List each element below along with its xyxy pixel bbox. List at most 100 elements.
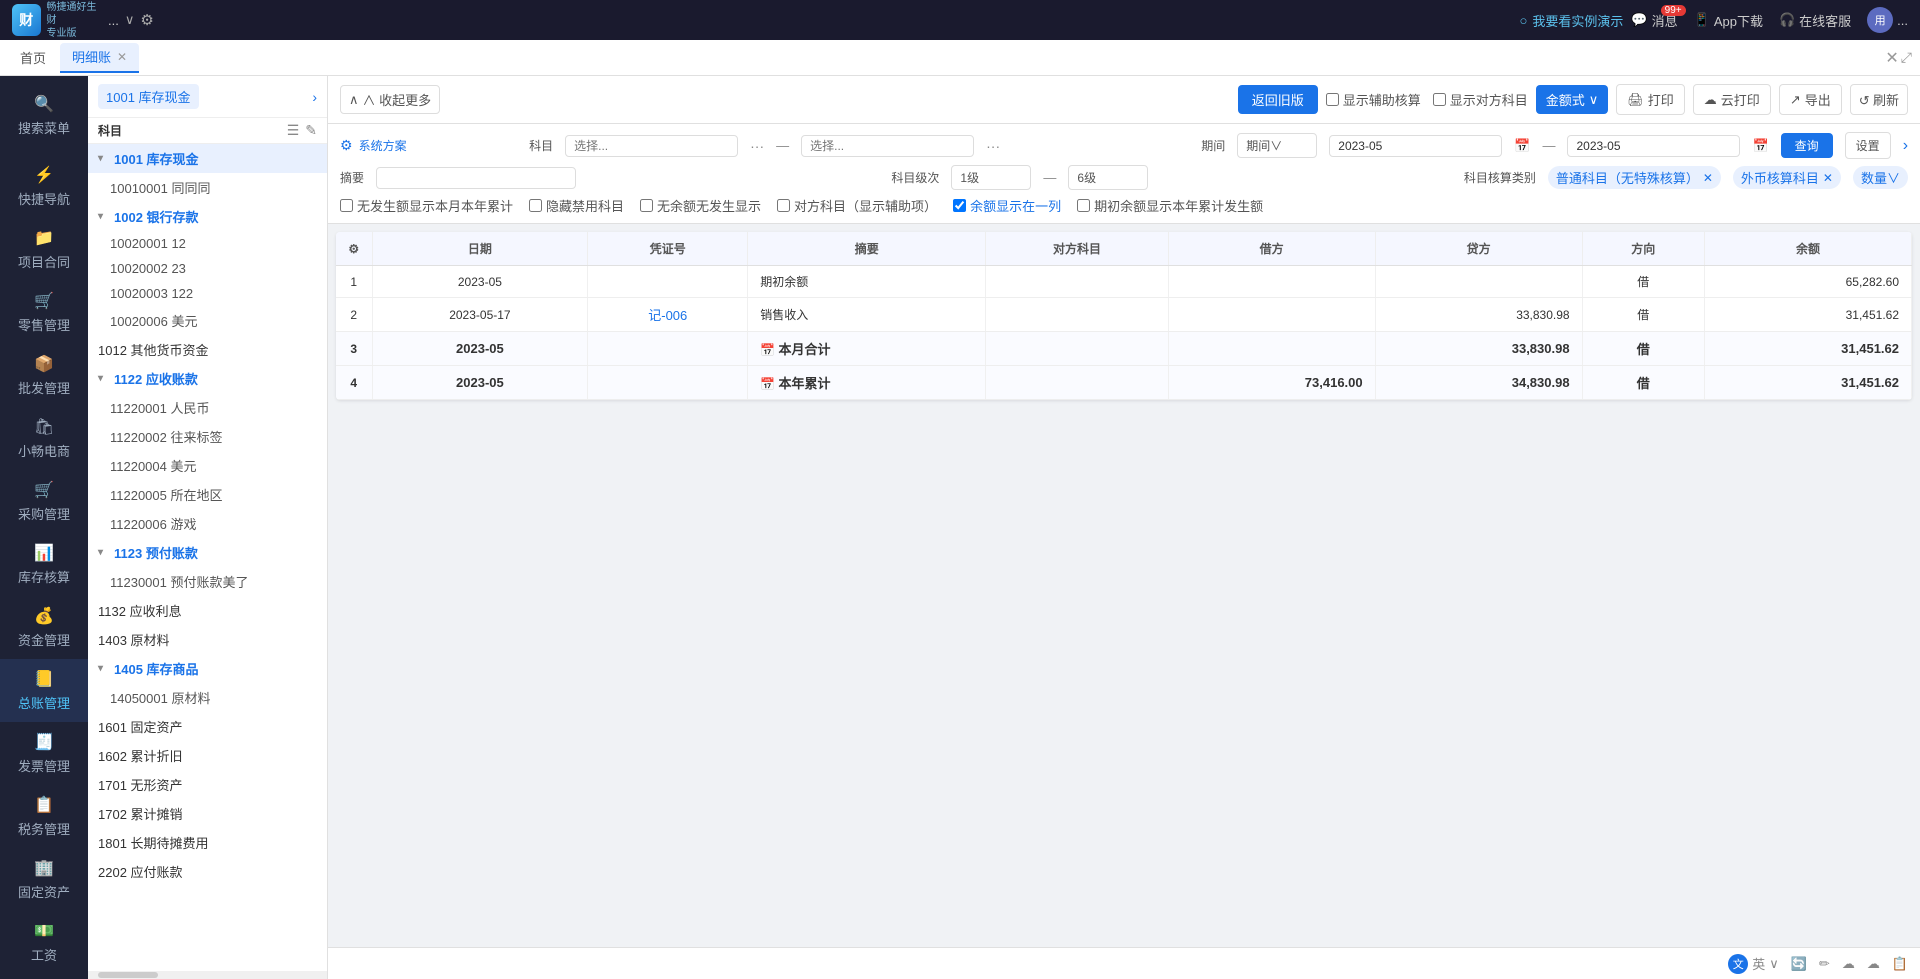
tree-item-1701[interactable]: 1701 无形资产 <box>88 770 327 799</box>
option-balance-col[interactable]: 余额显示在一列 <box>953 196 1061 215</box>
col-settings[interactable]: ⚙ <box>336 232 372 266</box>
level-to-select[interactable]: 6级 <box>1068 165 1148 190</box>
show-aux-checkbox[interactable]: 显示辅助核算 <box>1326 90 1421 109</box>
company-selector[interactable]: ... ∨ ⚙ <box>108 11 1512 29</box>
tab-detail-close[interactable]: ✕ <box>117 50 127 64</box>
amount-type-button[interactable]: 金额式 ∨ <box>1536 85 1609 114</box>
sidebar-item-ecommerce[interactable]: 🛍 小畅电商 <box>0 407 88 470</box>
sidebar-item-wholesale[interactable]: 📦 批发管理 <box>0 344 88 407</box>
sidebar-item-project[interactable]: 📁 项目合同 <box>0 218 88 281</box>
filter-tag-quantity[interactable]: 数量∨ <box>1853 166 1908 189</box>
bottom-icon-5[interactable]: 📋 <box>1892 956 1908 972</box>
sidebar-item-tax[interactable]: 📋 税务管理 <box>0 785 88 848</box>
account-next-icon[interactable]: › <box>312 89 317 105</box>
sidebar-item-operation[interactable]: 📈 经营管理 <box>0 974 88 979</box>
tree-item-1122[interactable]: ▾ 1122 应收账款 <box>88 364 327 393</box>
voucher-link-2[interactable]: 记-006 <box>648 308 687 323</box>
tree-item-1002[interactable]: ▾ 1002 银行存款 <box>88 202 327 231</box>
option-balance-col-input[interactable] <box>953 199 966 212</box>
tree-item-1601[interactable]: 1601 固定资产 <box>88 712 327 741</box>
tree-item-10020003[interactable]: 10020003 122 <box>88 281 327 306</box>
show-opposite-checkbox[interactable]: 显示对方科目 <box>1433 90 1528 109</box>
summary-input[interactable] <box>376 167 576 189</box>
option-no-balance-input[interactable] <box>640 199 653 212</box>
tree-item-1012[interactable]: 1012 其他货币资金 <box>88 335 327 364</box>
scrollbar[interactable] <box>88 971 327 979</box>
expand-button[interactable]: ∧ ∧ 收起更多 <box>340 85 440 114</box>
tree-item-10020002[interactable]: 10020002 23 <box>88 256 327 281</box>
tabbar-close[interactable]: ✕ <box>1885 48 1898 68</box>
option-opposite[interactable]: 对方科目（显示辅助项） <box>777 196 937 215</box>
tree-item-10020001[interactable]: 10020001 12 <box>88 231 327 256</box>
level-from-select[interactable]: 1级 <box>951 165 1031 190</box>
tree-item-1403[interactable]: 1403 原材料 <box>88 625 327 654</box>
option-no-balance[interactable]: 无余额无发生显示 <box>640 196 761 215</box>
return-old-button[interactable]: 返回旧版 <box>1238 85 1318 114</box>
option-opening[interactable]: 期初余额显示本年累计发生额 <box>1077 196 1263 215</box>
tree-item-14050001[interactable]: 14050001 原材料 <box>88 683 327 712</box>
user-avatar[interactable]: 用 ... <box>1867 7 1908 33</box>
filter-tag-foreign-close[interactable]: ✕ <box>1823 171 1833 185</box>
sidebar-item-invoice[interactable]: 🧾 发票管理 <box>0 722 88 785</box>
print-button[interactable]: 🖨 打印 <box>1616 84 1685 115</box>
panel-edit-icon[interactable]: ✎ <box>305 122 317 139</box>
option-hide-disabled[interactable]: 隐藏禁用科目 <box>529 196 624 215</box>
option-no-amount-input[interactable] <box>340 199 353 212</box>
cloud-print-button[interactable]: ☁ 云打印 <box>1693 84 1771 115</box>
sidebar-item-search[interactable]: 🔍 搜索菜单 <box>0 84 88 147</box>
tree-item-11230001[interactable]: 11230001 预付账款美了 <box>88 567 327 596</box>
search-button[interactable]: 查询 <box>1781 133 1833 158</box>
tree-item-1602[interactable]: 1602 累计折旧 <box>88 741 327 770</box>
tab-detail[interactable]: 明细账 ✕ <box>60 43 139 73</box>
demo-link[interactable]: ○ 我要看实例演示 <box>1520 11 1624 30</box>
period-from-input[interactable] <box>1329 135 1502 157</box>
lang-button[interactable]: 文 英 ∨ <box>1728 954 1779 974</box>
subject-filter-input-2[interactable] <box>801 135 974 157</box>
filter-tag-normal-close[interactable]: ✕ <box>1703 171 1713 185</box>
company-dropdown-icon[interactable]: ∨ <box>125 12 135 28</box>
tree-item-2202[interactable]: 2202 应付账款 <box>88 857 327 886</box>
account-tag[interactable]: 1001 库存现金 <box>98 84 199 109</box>
tree-item-1132[interactable]: 1132 应收利息 <box>88 596 327 625</box>
tree-item-10020006[interactable]: 10020006 美元 <box>88 306 327 335</box>
tab-home[interactable]: 首页 <box>8 43 58 73</box>
tree-item-11220002[interactable]: 11220002 往来标签 <box>88 422 327 451</box>
bottom-icon-2[interactable]: ✏ <box>1819 956 1830 972</box>
option-opposite-input[interactable] <box>777 199 790 212</box>
sidebar-item-salary[interactable]: 💵 工资 <box>0 911 88 974</box>
filter-settings-icon[interactable]: ⚙ <box>340 137 353 154</box>
bottom-icon-1[interactable]: 🔄 <box>1791 956 1807 972</box>
tree-item-11220006[interactable]: 11220006 游戏 <box>88 509 327 538</box>
sidebar-item-retail[interactable]: 🛒 零售管理 <box>0 281 88 344</box>
tabbar-expand[interactable]: ⤢ <box>1901 49 1912 66</box>
option-no-amount[interactable]: 无发生额显示本月本年累计 <box>340 196 513 215</box>
online-service-button[interactable]: 🎧 在线客服 <box>1779 11 1851 30</box>
sidebar-item-assets[interactable]: 🏢 固定资产 <box>0 848 88 911</box>
sidebar-item-quicknav[interactable]: ⚡ 快捷导航 <box>0 155 88 218</box>
subject-filter-input[interactable] <box>565 135 738 157</box>
bottom-icon-4[interactable]: ☁ <box>1867 956 1880 972</box>
scroll-thumb[interactable] <box>98 972 158 978</box>
tree-item-10010001[interactable]: 10010001 同同同 <box>88 173 327 202</box>
show-opposite-input[interactable] <box>1433 93 1446 106</box>
show-aux-input[interactable] <box>1326 93 1339 106</box>
filter-scheme-label[interactable]: 系统方案 <box>359 137 407 154</box>
bottom-icon-3[interactable]: ☁ <box>1842 956 1855 972</box>
tree-item-11220001[interactable]: 11220001 人民币 <box>88 393 327 422</box>
export-button[interactable]: ↗ 导出 <box>1779 84 1842 115</box>
period-type-select[interactable]: 期间∨ <box>1237 133 1317 158</box>
sidebar-item-accounting[interactable]: 📒 总账管理 <box>0 659 88 722</box>
tree-item-1405[interactable]: ▾ 1405 库存商品 <box>88 654 327 683</box>
tree-item-1702[interactable]: 1702 累计摊销 <box>88 799 327 828</box>
app-download-button[interactable]: 📱 App下载 <box>1694 11 1763 30</box>
sidebar-item-inventory[interactable]: 📊 库存核算 <box>0 533 88 596</box>
refresh-button[interactable]: ↺ 刷新 <box>1850 84 1908 115</box>
tree-item-11220004[interactable]: 11220004 美元 <box>88 451 327 480</box>
sidebar-item-purchase[interactable]: 🛒 采购管理 <box>0 470 88 533</box>
tree-item-1001[interactable]: ▾ 1001 库存现金 <box>88 144 327 173</box>
messages-button[interactable]: 💬 消息 99+ <box>1631 11 1677 30</box>
panel-list-icon[interactable]: ☰ <box>287 122 300 139</box>
gear-icon[interactable]: ⚙ <box>140 11 153 29</box>
sidebar-item-finance[interactable]: 💰 资金管理 <box>0 596 88 659</box>
option-opening-input[interactable] <box>1077 199 1090 212</box>
